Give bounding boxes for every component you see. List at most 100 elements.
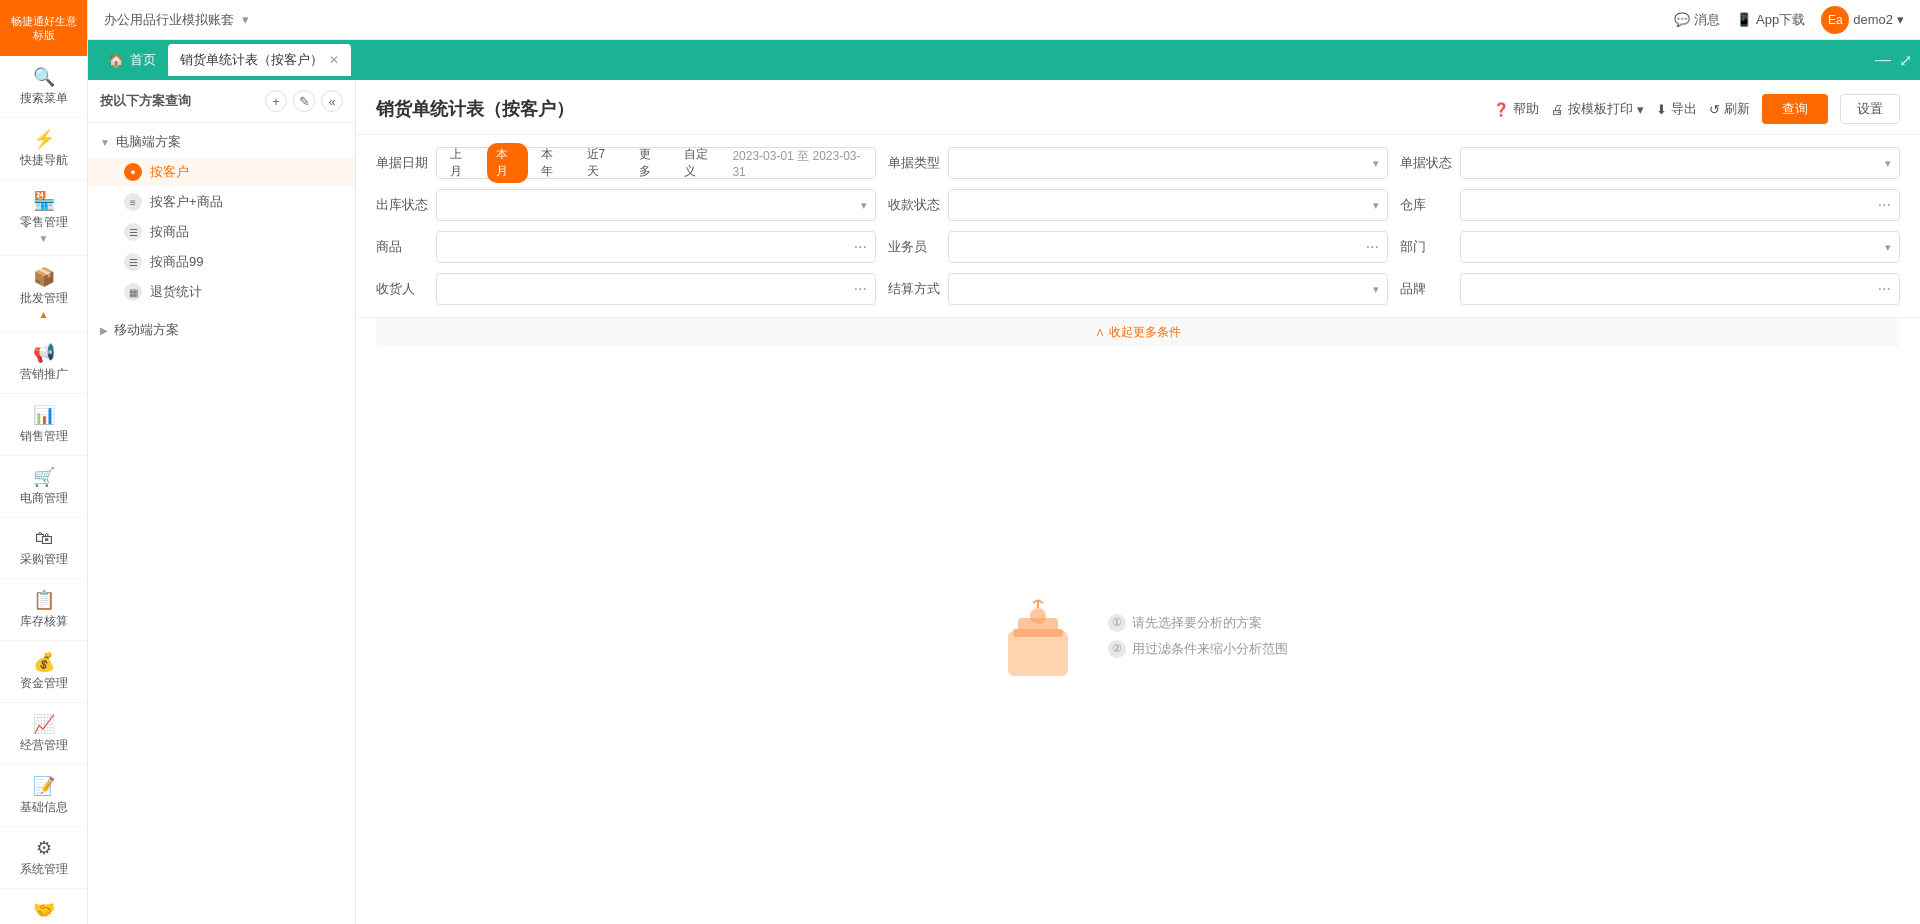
mobile-scheme-group-label: 移动端方案	[114, 321, 179, 339]
sidebar-item-label: 销售管理	[4, 428, 83, 445]
tab-sales-stats-label: 销货单统计表（按客户）	[180, 51, 323, 69]
print-dropdown-icon: ▾	[1637, 102, 1644, 117]
product-control[interactable]: ···	[436, 231, 876, 263]
breadcrumb-dropdown-icon[interactable]: ▾	[242, 12, 249, 27]
content-area: 按以下方案查询 + ✎ « ▼ 电脑端方案 ● 按客户 ≡ 按	[88, 80, 1920, 924]
refresh-button[interactable]: ↺ 刷新	[1709, 100, 1750, 118]
finance-icon: 💰	[4, 651, 83, 673]
scheme-item-by-product[interactable]: ☰ 按商品	[88, 217, 355, 247]
add-scheme-button[interactable]: +	[265, 90, 287, 112]
doc-status-control[interactable]: ▾	[1460, 147, 1900, 179]
sidebar-item-label: 基础信息	[4, 799, 83, 816]
hint-number-2: ②	[1108, 640, 1126, 658]
sidebar-item-label: 零售管理	[4, 214, 83, 231]
quick-nav-icon: ⚡	[4, 128, 83, 150]
filter-area: 单据日期 上月 本月 本年 近7天 更多 自定义 2023-03-01 至 20…	[356, 135, 1920, 318]
help-icon: ❓	[1493, 102, 1509, 117]
sidebar-item-retail[interactable]: 🏪 零售管理 ▼	[0, 180, 87, 256]
enterprise-icon: 🤝	[4, 899, 83, 921]
sidebar-item-system[interactable]: ⚙ 系统管理	[0, 827, 87, 889]
collapse-panel-button[interactable]: «	[321, 90, 343, 112]
left-panel-title: 按以下方案查询	[100, 92, 191, 110]
date-btn-7days[interactable]: 近7天	[578, 143, 626, 183]
department-control[interactable]: ▾	[1460, 231, 1900, 263]
sidebar-item-finance[interactable]: 💰 资金管理	[0, 641, 87, 703]
tab-sales-stats[interactable]: 销货单统计表（按客户） ✕	[168, 44, 351, 76]
tab-close-icon[interactable]: ✕	[329, 53, 339, 67]
date-range-display: 2023-03-01 至 2023-03-31	[732, 148, 871, 179]
out-status-control[interactable]: ▾	[436, 189, 876, 221]
warehouse-dots: ···	[1878, 196, 1891, 214]
date-btn-last-month[interactable]: 上月	[441, 143, 483, 183]
date-btn-this-month[interactable]: 本月	[487, 143, 529, 183]
hint-text-1: 请先选择要分析的方案	[1132, 614, 1262, 632]
tab-home[interactable]: 🏠 首页	[96, 44, 168, 76]
settle-method-control[interactable]: ▾	[948, 273, 1388, 305]
export-button[interactable]: ⬇ 导出	[1656, 100, 1697, 118]
date-btn-this-year[interactable]: 本年	[532, 143, 574, 183]
sidebar-item-ecommerce[interactable]: 🛒 电商管理	[0, 456, 87, 518]
warehouse-label: 仓库	[1400, 196, 1452, 214]
scheme-item-by-customer[interactable]: ● 按客户	[88, 157, 355, 187]
scheme-item-by-customer-label: 按客户	[150, 163, 189, 181]
filter-item-product: 商品 ···	[376, 231, 876, 263]
collapse-more-button[interactable]: ∧ 收起更多条件	[376, 318, 1900, 347]
product-label: 商品	[376, 238, 428, 256]
refresh-label: 刷新	[1724, 100, 1750, 118]
department-label: 部门	[1400, 238, 1452, 256]
receipt-status-control[interactable]: ▾	[948, 189, 1388, 221]
scheme-item-by-product-99-label: 按商品99	[150, 253, 203, 271]
doc-status-label: 单据状态	[1400, 154, 1452, 172]
system-icon: ⚙	[4, 837, 83, 859]
brand-dots: ···	[1878, 280, 1891, 298]
filter-item-date: 单据日期 上月 本月 本年 近7天 更多 自定义 2023-03-01 至 20…	[376, 147, 876, 179]
sidebar-item-wholesale[interactable]: 📦 批发管理 ▲	[0, 256, 87, 332]
scheme-item-return-stats[interactable]: ▦ 退货统计	[88, 277, 355, 307]
user-profile[interactable]: Ea demo2 ▾	[1821, 6, 1904, 34]
left-panel: 按以下方案查询 + ✎ « ▼ 电脑端方案 ● 按客户 ≡ 按	[88, 80, 356, 924]
username: demo2	[1853, 12, 1893, 27]
sidebar-item-basic-info[interactable]: 📝 基础信息	[0, 765, 87, 827]
sidebar-item-search[interactable]: 🔍 搜索菜单	[0, 56, 87, 118]
basic-info-icon: 📝	[4, 775, 83, 797]
help-button[interactable]: ❓ 帮助	[1493, 100, 1539, 118]
department-dropdown-icon: ▾	[1885, 241, 1891, 254]
message-button[interactable]: 💬 消息	[1674, 11, 1720, 29]
scheme-item-by-customer-product[interactable]: ≡ 按客户+商品	[88, 187, 355, 217]
sidebar-item-operations[interactable]: 📈 经营管理	[0, 703, 87, 765]
maximize-button[interactable]: ⤢	[1899, 51, 1912, 70]
date-btn-more[interactable]: 更多	[630, 143, 672, 183]
brand-control[interactable]: ···	[1460, 273, 1900, 305]
product-icon: ☰	[124, 223, 142, 241]
sidebar-item-enterprise[interactable]: 🤝 企业协同	[0, 889, 87, 924]
svg-rect-0	[1008, 631, 1068, 676]
minimize-button[interactable]: —	[1875, 51, 1891, 69]
date-btn-custom[interactable]: 自定义	[675, 143, 728, 183]
settings-button[interactable]: 设置	[1840, 94, 1900, 124]
edit-scheme-button[interactable]: ✎	[293, 90, 315, 112]
query-button[interactable]: 查询	[1762, 94, 1828, 124]
sidebar-item-label: 营销推广	[4, 366, 83, 383]
filter-item-salesperson: 业务员 ···	[888, 231, 1388, 263]
filter-row-4: 收货人 ··· 结算方式 ▾ 品牌	[376, 273, 1900, 305]
sidebar-item-marketing[interactable]: 📢 营销推广	[0, 332, 87, 394]
mobile-scheme-group-header[interactable]: ▶ 移动端方案	[88, 315, 355, 345]
receiver-control[interactable]: ···	[436, 273, 876, 305]
mobile-scheme-group: ▶ 移动端方案	[88, 311, 355, 349]
sales-icon: 📊	[4, 404, 83, 426]
app-download-button[interactable]: 📱 App下载	[1736, 11, 1805, 29]
salesperson-control[interactable]: ···	[948, 231, 1388, 263]
doc-type-control[interactable]: ▾	[948, 147, 1388, 179]
scheme-item-return-stats-label: 退货统计	[150, 283, 202, 301]
warehouse-control[interactable]: ···	[1460, 189, 1900, 221]
scheme-item-by-product-99[interactable]: ☰ 按商品99	[88, 247, 355, 277]
print-button[interactable]: 🖨 按模板打印 ▾	[1551, 100, 1644, 118]
sidebar-item-sales[interactable]: 📊 销售管理	[0, 394, 87, 456]
wholesale-icon: 📦	[4, 266, 83, 288]
sidebar-item-quick-nav[interactable]: ⚡ 快捷导航	[0, 118, 87, 180]
desktop-scheme-group-header[interactable]: ▼ 电脑端方案	[88, 127, 355, 157]
product-99-icon: ☰	[124, 253, 142, 271]
sidebar-item-purchase[interactable]: 🛍 采购管理	[0, 518, 87, 579]
sidebar-item-inventory[interactable]: 📋 库存核算	[0, 579, 87, 641]
desktop-scheme-group: ▼ 电脑端方案 ● 按客户 ≡ 按客户+商品 ☰ 按商品 ☰ 按商品99	[88, 123, 355, 311]
